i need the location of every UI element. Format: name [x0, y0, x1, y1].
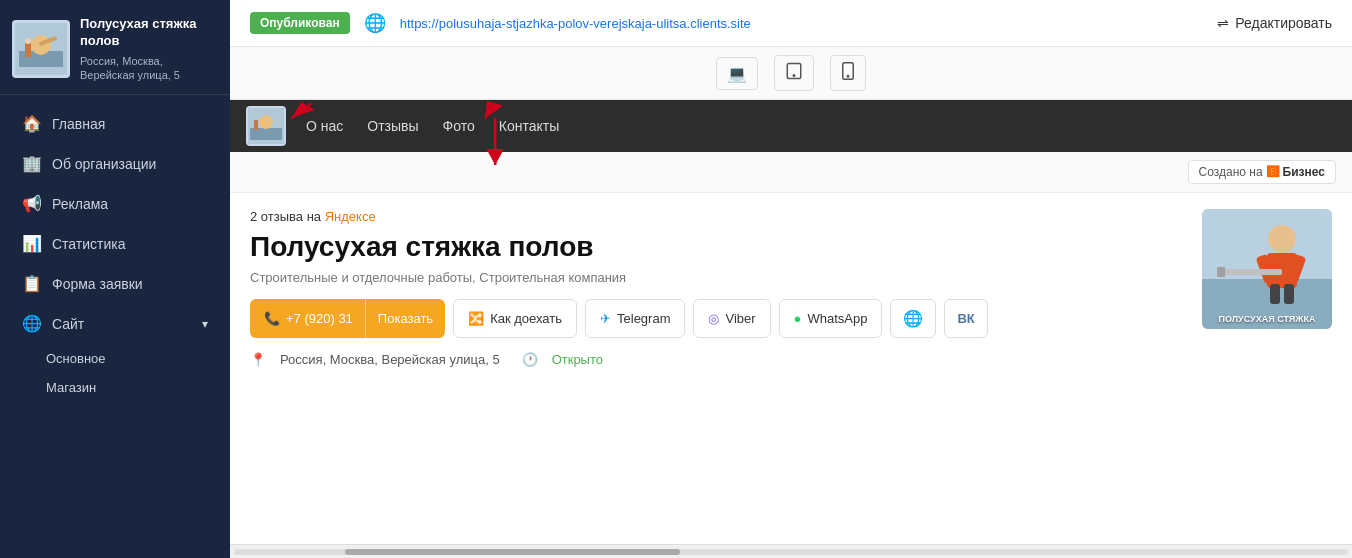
viber-button[interactable]: ◎ Viber — [693, 299, 770, 338]
main-area: Опубликован 🌐 https://polusuhaja-stjazhk… — [230, 0, 1352, 558]
mobile-preview-button[interactable] — [830, 55, 866, 91]
content-right: ПОЛУСУХАЯ СТЯЖКА — [1202, 209, 1332, 367]
globe-nav-icon: 🌐 — [22, 314, 42, 333]
sidebar-item-stats[interactable]: 📊 Статистика — [6, 224, 224, 263]
phone-group: 📞 +7 (920) 31 Показать — [250, 299, 445, 338]
published-badge: Опубликован — [250, 12, 350, 34]
sidebar-nav: 🏠 Главная 🏢 Об организации 📢 Реклама 📊 С… — [0, 95, 230, 558]
address-line: 📍 Россия, Москва, Верейская улица, 5 🕐 О… — [250, 352, 1186, 367]
sidebar-sub-item-main[interactable]: Основное — [0, 344, 230, 373]
svg-rect-17 — [254, 120, 258, 130]
ads-icon: 📢 — [22, 194, 42, 213]
svg-rect-3 — [25, 43, 31, 57]
yandex-logo: 🅱 — [1267, 165, 1279, 179]
pin-icon: 📍 — [250, 352, 266, 367]
yandex-badge: Создано на 🅱 Бизнес — [1188, 160, 1336, 184]
sidebar-item-label: Статистика — [52, 236, 126, 252]
sidebar-item-form[interactable]: 📋 Форма заявки — [6, 264, 224, 303]
site-navbar: О нас Отзывы Фото Контакты — [230, 100, 1352, 152]
whatsapp-button[interactable]: ● WhatsApp — [779, 299, 883, 338]
edit-icon: ⇌ — [1217, 15, 1229, 31]
org-subtitle: Строительные и отделочные работы, Строит… — [250, 270, 1186, 285]
edit-button[interactable]: ⇌ Редактировать — [1217, 15, 1332, 31]
building-icon: 🏢 — [22, 154, 42, 173]
vk-button[interactable]: ВК — [944, 299, 987, 338]
site-nav-photos[interactable]: Фото — [443, 118, 475, 134]
topbar: Опубликован 🌐 https://polusuhaja-stjazhk… — [230, 0, 1352, 47]
chevron-down-icon: ▾ — [202, 317, 208, 331]
yandex-badge-text: Создано на — [1199, 165, 1263, 179]
site-nav-links: О нас Отзывы Фото Контакты — [306, 118, 559, 134]
sidebar-item-home[interactable]: 🏠 Главная — [6, 104, 224, 143]
phone-show-button[interactable]: Показать — [365, 299, 445, 338]
svg-rect-27 — [1217, 267, 1225, 277]
tablet-preview-button[interactable] — [774, 55, 814, 91]
sidebar: Полусухая стяжка полов Россия, Москва, В… — [0, 0, 230, 558]
viber-icon: ◎ — [708, 311, 719, 326]
sidebar-item-label: Об организации — [52, 156, 156, 172]
stats-icon: 📊 — [22, 234, 42, 253]
form-icon: 📋 — [22, 274, 42, 293]
sidebar-org-address: Россия, Москва, Верейская улица, 5 — [80, 54, 218, 83]
content-left: 2 отзыва на Яндексе Полусухая стяжка пол… — [250, 209, 1186, 367]
site-navbar-logo — [246, 106, 286, 146]
globe-button[interactable]: 🌐 — [890, 299, 936, 338]
scrollbar-track — [234, 549, 1348, 555]
org-image: ПОЛУСУХАЯ СТЯЖКА — [1202, 209, 1332, 329]
directions-icon: 🔀 — [468, 311, 484, 326]
sidebar-item-ads[interactable]: 📢 Реклама — [6, 184, 224, 223]
yandex-badge-bar: Создано на 🅱 Бизнес — [230, 152, 1352, 193]
sidebar-logo: Полусухая стяжка полов Россия, Москва, В… — [0, 0, 230, 95]
yandex-business-text: Бизнес — [1283, 165, 1325, 179]
sidebar-item-about[interactable]: 🏢 Об организации — [6, 144, 224, 183]
svg-rect-26 — [1222, 269, 1282, 275]
sidebar-item-label: Реклама — [52, 196, 108, 212]
org-image-label: ПОЛУСУХАЯ СТЯЖКА — [1219, 314, 1316, 325]
sidebar-item-label: Главная — [52, 116, 105, 132]
sidebar-item-site[interactable]: 🌐 Сайт ▾ — [6, 304, 224, 343]
home-icon: 🏠 — [22, 114, 42, 133]
sidebar-sub-item-shop[interactable]: Магазин — [0, 373, 230, 402]
address-text: Россия, Москва, Верейская улица, 5 — [280, 352, 500, 367]
sidebar-org-info: Полусухая стяжка полов Россия, Москва, В… — [80, 16, 218, 82]
content-area: 2 отзыва на Яндексе Полусухая стяжка пол… — [230, 193, 1352, 383]
whatsapp-icon: ● — [794, 311, 802, 326]
vk-icon: ВК — [957, 311, 974, 326]
sidebar-item-label: Форма заявки — [52, 276, 143, 292]
phone-number: +7 (920) 31 — [286, 311, 353, 326]
site-nav-contacts[interactable]: Контакты — [499, 118, 559, 134]
org-title: Полусухая стяжка полов — [250, 230, 1186, 264]
site-url-link[interactable]: https://polusuhaja-stjazhka-polov-verejs… — [400, 16, 1204, 31]
svg-point-4 — [25, 38, 31, 44]
reviews-link[interactable]: Яндексе — [325, 209, 376, 224]
preview-bar: 💻 — [230, 47, 1352, 100]
action-buttons: 📞 +7 (920) 31 Показать 🔀 Как доехать ✈ T… — [250, 299, 1186, 338]
telegram-button[interactable]: ✈ Telegram — [585, 299, 685, 338]
scrollbar-thumb[interactable] — [345, 549, 679, 555]
sidebar-org-name: Полусухая стяжка полов — [80, 16, 218, 50]
sidebar-item-label: Сайт — [52, 316, 84, 332]
globe-icon: 🌐 — [364, 12, 386, 34]
clock-icon: 🕐 — [522, 352, 538, 367]
desktop-preview-button[interactable]: 💻 — [716, 57, 758, 90]
svg-point-7 — [793, 75, 795, 77]
svg-rect-24 — [1270, 284, 1280, 304]
scrollbar-area — [230, 544, 1352, 558]
telegram-icon: ✈ — [600, 311, 611, 326]
site-nav-reviews[interactable]: Отзывы — [367, 118, 418, 134]
sidebar-logo-image — [12, 20, 70, 78]
phone-icon: 📞 — [264, 311, 280, 326]
directions-button[interactable]: 🔀 Как доехать — [453, 299, 577, 338]
site-nav-about[interactable]: О нас — [306, 118, 343, 134]
reviews-line: 2 отзыва на Яндексе — [250, 209, 1186, 224]
site-preview: О нас Отзывы Фото Контакты Создано на 🅱 … — [230, 100, 1352, 544]
status-open: Открыто — [552, 352, 603, 367]
svg-point-9 — [847, 76, 849, 78]
globe-contact-icon: 🌐 — [903, 310, 923, 327]
svg-point-20 — [1268, 225, 1296, 253]
svg-point-16 — [259, 115, 273, 129]
svg-rect-25 — [1284, 284, 1294, 304]
phone-button[interactable]: 📞 +7 (920) 31 — [250, 299, 365, 338]
